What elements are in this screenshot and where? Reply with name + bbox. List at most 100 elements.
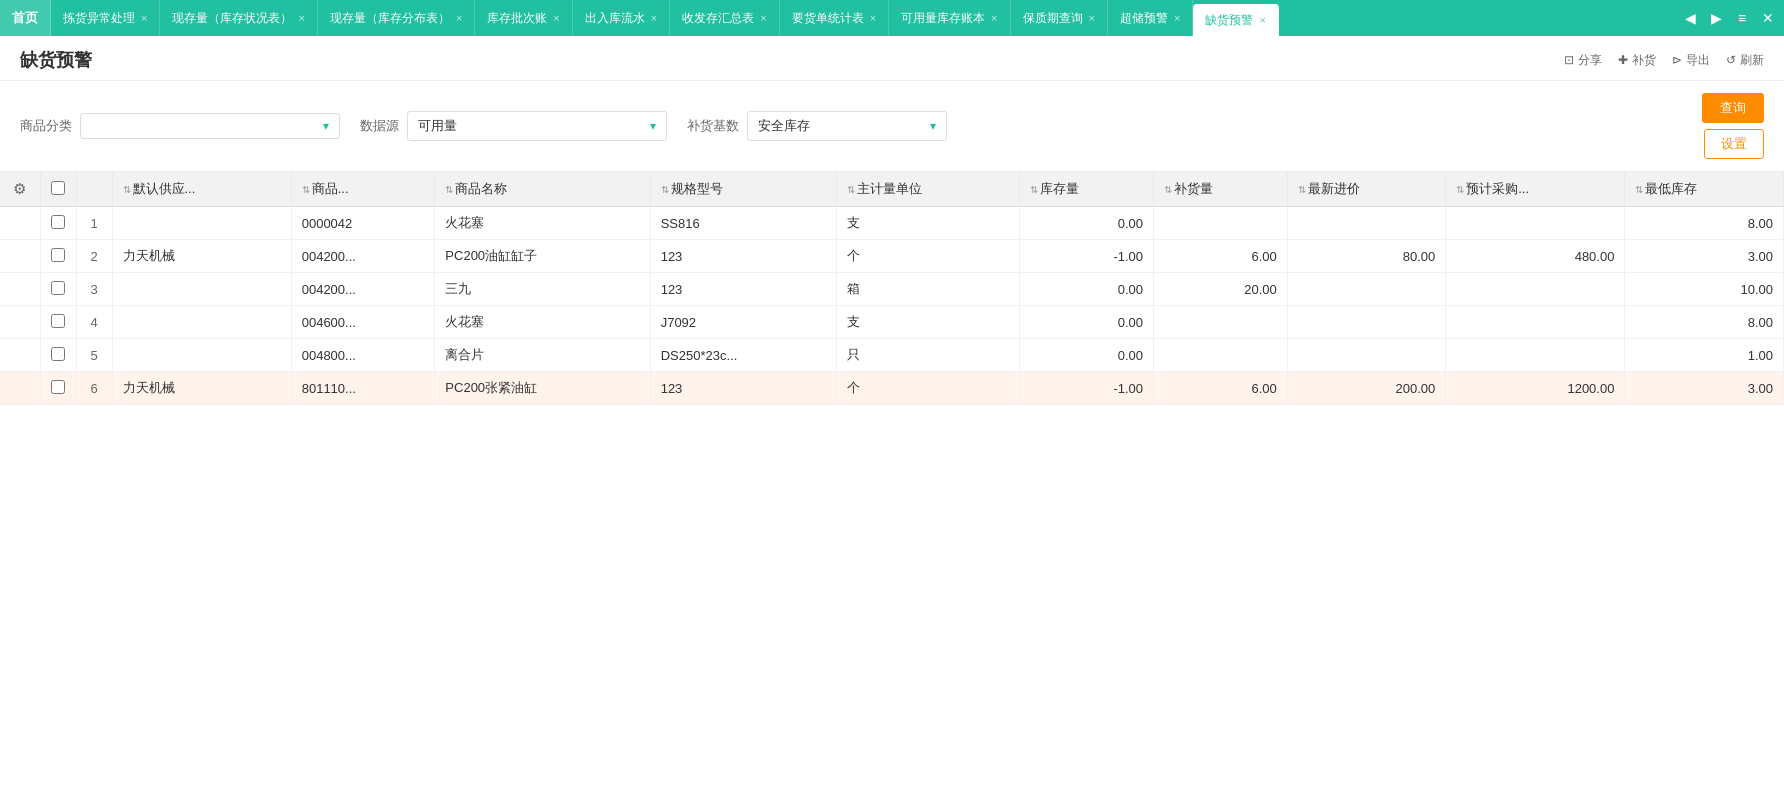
settings-button[interactable]: 设置: [1704, 129, 1764, 159]
row-unit: 支: [837, 306, 1020, 339]
sort-replenish-icon: ⇅: [1164, 184, 1172, 195]
row-stock: -1.00: [1020, 240, 1154, 273]
refresh-button[interactable]: ↺ 刷新: [1726, 52, 1764, 69]
row-checkbox[interactable]: [51, 281, 65, 295]
col-settings-header[interactable]: ⚙: [0, 172, 40, 207]
tab-close-shoufashun[interactable]: ×: [760, 12, 766, 24]
tab-chaochun[interactable]: 超储预警 ×: [1108, 0, 1193, 36]
tab-close-keyong[interactable]: ×: [991, 12, 997, 24]
row-checkbox-cell: [40, 207, 76, 240]
row-settings-cell: [0, 240, 40, 273]
row-checkbox-cell: [40, 273, 76, 306]
tab-pici[interactable]: 库存批次账 ×: [475, 0, 572, 36]
row-min-stock: 8.00: [1625, 207, 1784, 240]
category-chevron-icon: ▾: [323, 119, 329, 133]
col-minstock-header[interactable]: ⇅最低库存: [1625, 172, 1784, 207]
tab-menu-button[interactable]: ≡: [1730, 6, 1754, 30]
col-name-header[interactable]: ⇅商品名称: [435, 172, 650, 207]
row-code: 004200...: [291, 273, 435, 306]
row-name: 三九: [435, 273, 650, 306]
tab-xianzun-status[interactable]: 现存量（库存状况表） ×: [160, 0, 317, 36]
table-row: 4 004600... 火花塞 J7092 支 0.00 8.00: [0, 306, 1784, 339]
tab-churu[interactable]: 出入库流水 ×: [573, 0, 670, 36]
row-checkbox[interactable]: [51, 314, 65, 328]
row-idx: 5: [76, 339, 112, 372]
tab-shoufashun[interactable]: 收发存汇总表 ×: [670, 0, 779, 36]
tab-next-button[interactable]: ▶: [1704, 6, 1728, 30]
col-price-header[interactable]: ⇅最新进价: [1287, 172, 1446, 207]
tab-close-yaohuo[interactable]: ×: [870, 12, 876, 24]
row-supplier: [112, 306, 291, 339]
sort-estpurchase-icon: ⇅: [1456, 184, 1464, 195]
tab-close-chaochun[interactable]: ×: [1174, 12, 1180, 24]
col-unit-header[interactable]: ⇅主计量单位: [837, 172, 1020, 207]
row-latest-price: [1287, 306, 1446, 339]
row-replenish: 6.00: [1154, 372, 1288, 405]
tab-close-xianzun-dist[interactable]: ×: [456, 12, 462, 24]
query-button[interactable]: 查询: [1702, 93, 1764, 123]
tab-close-xianzun-status[interactable]: ×: [298, 12, 304, 24]
row-supplier: 力天机械: [112, 372, 291, 405]
row-unit: 支: [837, 207, 1020, 240]
select-all-checkbox[interactable]: [51, 181, 65, 195]
datasource-label: 数据源: [360, 117, 399, 135]
tab-quehuo[interactable]: 缺货预警 ×: [1193, 4, 1278, 36]
row-settings-cell: [0, 306, 40, 339]
tab-close-zhaiyi[interactable]: ×: [141, 12, 147, 24]
col-stock-header[interactable]: ⇅库存量: [1020, 172, 1154, 207]
base-select[interactable]: 安全库存 ▾: [747, 111, 947, 141]
window-close-button[interactable]: ✕: [1756, 6, 1780, 30]
tab-home[interactable]: 首页: [0, 0, 51, 36]
sort-code-icon: ⇅: [302, 184, 310, 195]
row-replenish: [1154, 207, 1288, 240]
datasource-select[interactable]: 可用量 ▾: [407, 111, 667, 141]
datasource-chevron-icon: ▾: [650, 119, 656, 133]
row-checkbox[interactable]: [51, 380, 65, 394]
row-unit: 箱: [837, 273, 1020, 306]
row-checkbox[interactable]: [51, 248, 65, 262]
tab-yaohuo[interactable]: 要货单统计表 ×: [780, 0, 889, 36]
row-stock: -1.00: [1020, 372, 1154, 405]
row-code: 0000042: [291, 207, 435, 240]
tab-close-pici[interactable]: ×: [553, 12, 559, 24]
tab-baozhiqi[interactable]: 保质期查询 ×: [1011, 0, 1108, 36]
col-spec-header[interactable]: ⇅规格型号: [650, 172, 836, 207]
row-name: 离合片: [435, 339, 650, 372]
tab-zhaiyi[interactable]: 拣货异常处理 ×: [51, 0, 160, 36]
export-button[interactable]: ⊳ 导出: [1672, 52, 1710, 69]
tab-close-quehuo[interactable]: ×: [1259, 14, 1265, 26]
base-label: 补货基数: [687, 117, 739, 135]
sort-spec-icon: ⇅: [661, 184, 669, 195]
table-header-row: ⚙ ⇅默认供应... ⇅商品... ⇅商品名称: [0, 172, 1784, 207]
settings-gear-icon[interactable]: ⚙: [13, 180, 26, 197]
row-checkbox[interactable]: [51, 215, 65, 229]
tab-xianzun-dist[interactable]: 现存量（库存分布表） ×: [318, 0, 475, 36]
row-supplier: [112, 273, 291, 306]
buhuo-icon: ✚: [1618, 53, 1628, 67]
row-latest-price: [1287, 273, 1446, 306]
row-est-purchase: [1446, 339, 1625, 372]
tab-close-baozhiqi[interactable]: ×: [1089, 12, 1095, 24]
col-replenish-header[interactable]: ⇅补货量: [1154, 172, 1288, 207]
row-supplier: [112, 207, 291, 240]
category-select[interactable]: ▾: [80, 113, 340, 139]
sort-stock-icon: ⇅: [1030, 184, 1038, 195]
tab-keyong[interactable]: 可用量库存账本 ×: [889, 0, 1010, 36]
row-checkbox-cell: [40, 240, 76, 273]
row-replenish: 6.00: [1154, 240, 1288, 273]
row-name: PC200油缸缸子: [435, 240, 650, 273]
tab-close-churu[interactable]: ×: [651, 12, 657, 24]
row-checkbox[interactable]: [51, 347, 65, 361]
refresh-icon: ↺: [1726, 53, 1736, 67]
row-spec: 123: [650, 372, 836, 405]
tab-prev-button[interactable]: ◀: [1678, 6, 1702, 30]
buhuo-button[interactable]: ✚ 补货: [1618, 52, 1656, 69]
row-name: 火花塞: [435, 207, 650, 240]
col-estpurchase-header[interactable]: ⇅预计采购...: [1446, 172, 1625, 207]
share-button[interactable]: ⊡ 分享: [1564, 52, 1602, 69]
row-stock: 0.00: [1020, 273, 1154, 306]
col-supplier-header[interactable]: ⇅默认供应...: [112, 172, 291, 207]
col-code-header[interactable]: ⇅商品...: [291, 172, 435, 207]
row-code: 004600...: [291, 306, 435, 339]
row-name: PC200张紧油缸: [435, 372, 650, 405]
